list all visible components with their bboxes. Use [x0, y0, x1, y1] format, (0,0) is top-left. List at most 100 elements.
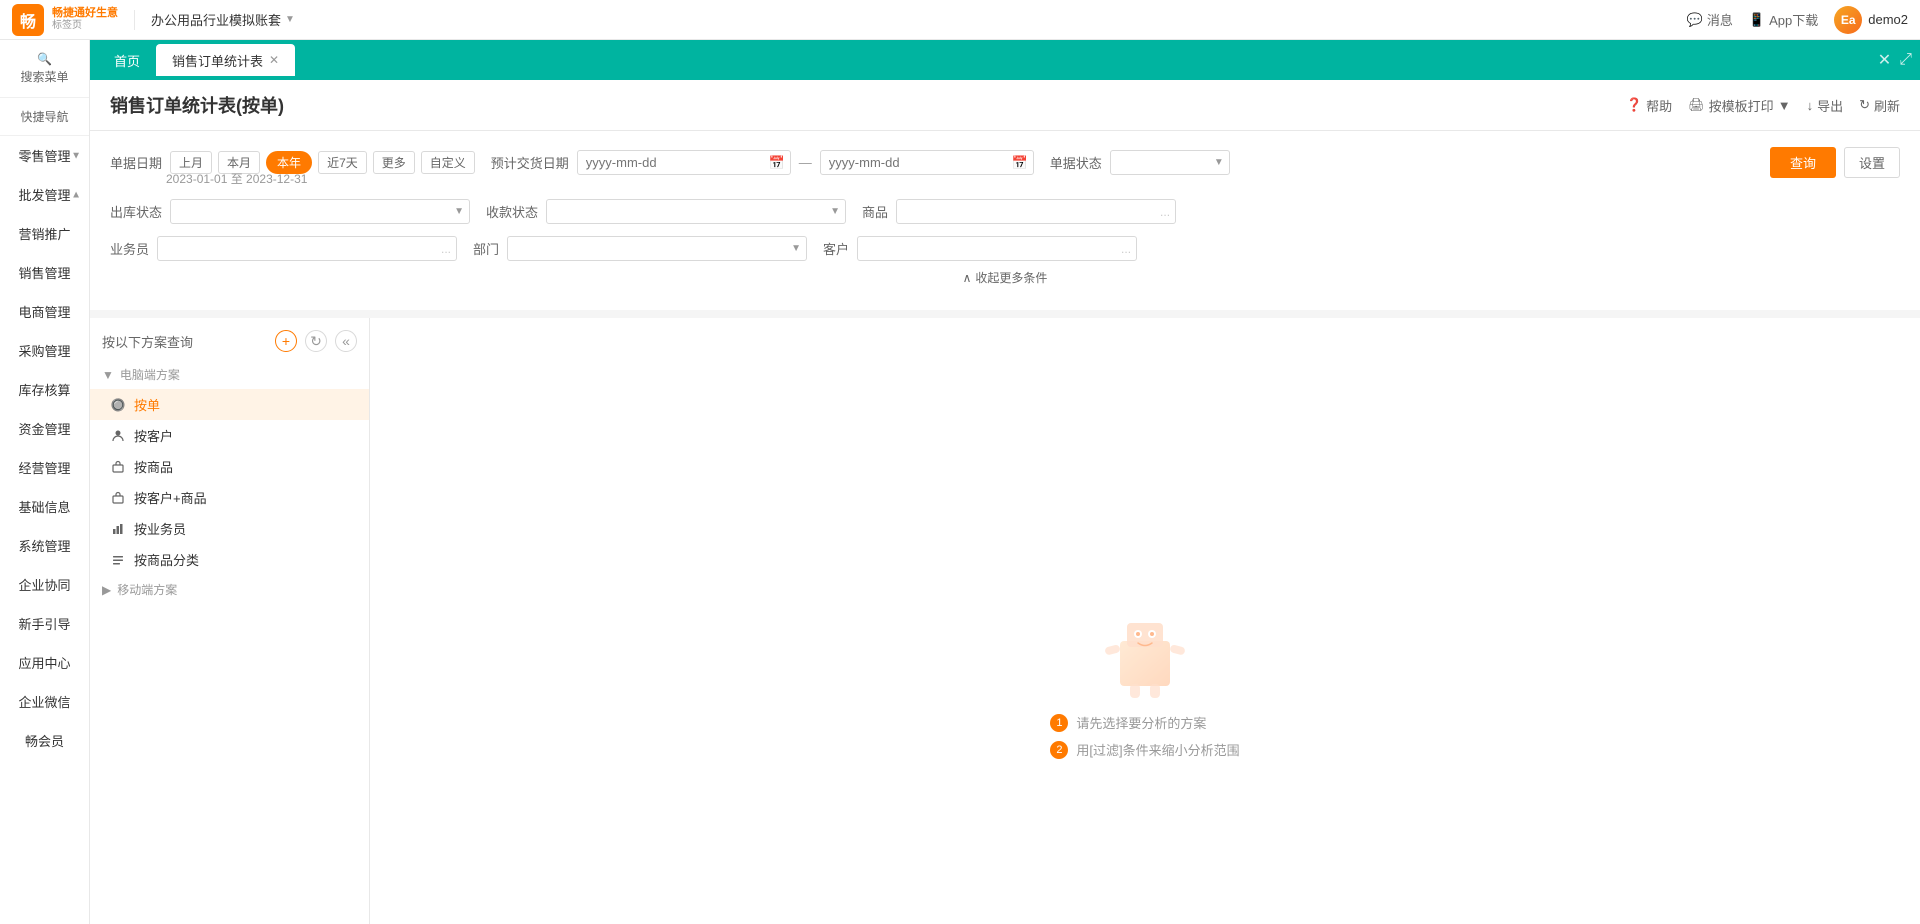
collapse-panel-button[interactable]: « — [335, 330, 357, 352]
tab-home[interactable]: 首页 — [98, 44, 156, 76]
sidebar-marketing-label: 营销推广 — [18, 224, 70, 243]
department-select[interactable] — [507, 236, 807, 261]
customer-input[interactable] — [857, 236, 1137, 261]
payment-status-select[interactable] — [546, 199, 846, 224]
tree-item-by-customer-goods[interactable]: 按客户+商品 — [90, 482, 369, 513]
status-label: 单据状态 — [1050, 153, 1102, 172]
ship-status-label: 出库状态 — [110, 202, 162, 221]
sidebar-item-system[interactable]: 系统管理 — [0, 526, 89, 565]
sidebar-item-ecommerce[interactable]: 电商管理 — [0, 292, 89, 331]
sidebar-sales-label: 销售管理 — [18, 263, 70, 282]
customer-label: 客户 — [823, 239, 849, 258]
refresh-icon: ↻ — [1859, 97, 1870, 113]
user-avatar: Ea — [1834, 6, 1862, 34]
refresh-button[interactable]: ↻ 刷新 — [1859, 96, 1900, 115]
sidebar-inventory-label: 库存核算 — [18, 380, 70, 399]
sidebar-item-purchase[interactable]: 采购管理 — [0, 331, 89, 370]
app-download-button[interactable]: 📱 App下载 — [1749, 10, 1818, 29]
sidebar-guide-label: 新手引导 — [18, 614, 70, 633]
sidebar-quick-nav-button[interactable]: 快捷导航 — [0, 104, 89, 129]
tab-expand-button[interactable]: ⤢ — [1899, 51, 1912, 69]
sidebar-item-guide[interactable]: 新手引导 — [0, 604, 89, 643]
fold-label: 收起更多条件 — [975, 269, 1047, 286]
customer-more-icon[interactable]: ... — [1121, 242, 1131, 256]
sidebar-item-marketing[interactable]: 营销推广 — [0, 214, 89, 253]
date-btn-custom[interactable]: 自定义 — [421, 151, 475, 174]
sidebar-purchase-label: 采购管理 — [18, 341, 70, 360]
refresh-schemes-button[interactable]: ↻ — [305, 330, 327, 352]
empty-state: 1 请先选择要分析的方案 2 用[过滤]条件来缩小分析范围 — [1050, 601, 1239, 759]
setting-button[interactable]: 设置 — [1844, 147, 1900, 178]
user-menu[interactable]: Ea demo2 — [1834, 6, 1908, 34]
goods-more-icon[interactable]: ... — [1160, 205, 1170, 219]
tree-item-by-salesman[interactable]: 按业务员 — [90, 513, 369, 544]
query-button[interactable]: 查询 — [1770, 147, 1836, 178]
tab-sales-order-stats[interactable]: 销售订单统计表 ✕ — [156, 44, 295, 76]
help-icon: ❓ — [1626, 97, 1642, 113]
print-chevron-icon: ▼ — [1778, 98, 1791, 113]
help-button[interactable]: ❓ 帮助 — [1626, 96, 1672, 115]
left-panel: 按以下方案查询 + ↻ « — [90, 318, 370, 924]
status-select[interactable] — [1110, 150, 1230, 175]
message-label: 消息 — [1707, 10, 1733, 29]
ship-status-select[interactable] — [170, 199, 470, 224]
tree-item-by-goods[interactable]: 按商品 — [90, 451, 369, 482]
user-name: demo2 — [1868, 12, 1908, 27]
sidebar-item-member[interactable]: 畅会员 — [0, 721, 89, 760]
date-btn-more[interactable]: 更多 — [373, 151, 415, 174]
sidebar-item-app-center[interactable]: 应用中心 — [0, 643, 89, 682]
sidebar-system-label: 系统管理 — [18, 536, 70, 555]
sidebar-item-enterprise-wechat[interactable]: 企业微信 — [0, 682, 89, 721]
sidebar-item-sales[interactable]: 销售管理 — [0, 253, 89, 292]
sidebar-search-button[interactable]: 🔍 搜索菜单 — [0, 48, 89, 89]
empty-hint-2: 2 用[过滤]条件来缩小分析范围 — [1050, 740, 1239, 759]
template-print-button[interactable]: 🖨 按模板打印 ▼ — [1688, 96, 1790, 115]
tree-section-pc[interactable]: ▼ 电脑端方案 — [90, 360, 369, 389]
message-button[interactable]: 💬 消息 — [1687, 10, 1733, 29]
salesman-input[interactable] — [157, 236, 457, 261]
sidebar-item-finance[interactable]: 资金管理 — [0, 409, 89, 448]
tab-close-button[interactable]: ✕ — [269, 53, 279, 67]
date-btn-7days[interactable]: 近7天 — [318, 151, 367, 174]
search-icon: 🔍 — [37, 52, 52, 66]
tree-item-by-order[interactable]: 🔘 按单 — [90, 389, 369, 420]
app-subtitle: 标签页 — [52, 20, 118, 32]
tree-section-mobile[interactable]: ▶ 移动端方案 — [90, 575, 369, 604]
page-header-actions: ❓ 帮助 🖨 按模板打印 ▼ ↓ 导出 ↻ 刷新 — [1626, 96, 1900, 115]
app-selector-chevron: ▼ — [285, 14, 295, 25]
sidebar-item-retail[interactable]: 零售管理 ▼ — [0, 136, 89, 175]
hint-num-1: 1 — [1050, 714, 1068, 732]
tab-close-all-button[interactable]: ✕ — [1878, 50, 1891, 70]
tree-section-pc-label: 电脑端方案 — [120, 366, 180, 383]
fold-button[interactable]: ∧ 收起更多条件 — [963, 269, 1048, 286]
sidebar-item-inventory[interactable]: 库存核算 — [0, 370, 89, 409]
filter-row-3: 业务员 ... 部门 ▼ — [110, 236, 1900, 261]
salesman-label: 业务员 — [110, 239, 149, 258]
message-icon: 💬 — [1687, 12, 1703, 28]
ship-status-select-wrapper: ▼ — [170, 199, 470, 224]
sidebar-retail-label: 零售管理 — [18, 146, 70, 165]
salesman-more-icon[interactable]: ... — [441, 242, 451, 256]
add-scheme-button[interactable]: + — [275, 330, 297, 352]
radio-icon: 🔘 — [110, 397, 126, 413]
filter-group-expected-date: 预计交货日期 📅 — 📅 — [491, 150, 1034, 175]
left-panel-header: 按以下方案查询 + ↻ « — [90, 330, 369, 360]
left-panel-actions: + ↻ « — [275, 330, 357, 352]
sidebar-member-label: 畅会员 — [25, 731, 64, 750]
sidebar-item-enterprise[interactable]: 企业协同 — [0, 565, 89, 604]
expected-date-start[interactable] — [577, 150, 791, 175]
tree-item-by-goods-category[interactable]: 按商品分类 — [90, 544, 369, 575]
goods-input[interactable] — [896, 199, 1176, 224]
sidebar-search-section: 🔍 搜索菜单 — [0, 40, 89, 98]
sidebar-item-basic[interactable]: 基础信息 — [0, 487, 89, 526]
sidebar-item-operations[interactable]: 经营管理 — [0, 448, 89, 487]
app-selector[interactable]: 办公用品行业模拟账套 ▼ — [151, 10, 295, 29]
export-button[interactable]: ↓ 导出 — [1807, 96, 1844, 115]
tree-item-by-customer[interactable]: 按客户 — [90, 420, 369, 451]
page-header: 销售订单统计表(按单) ❓ 帮助 🖨 按模板打印 ▼ ↓ 导出 — [90, 80, 1920, 131]
sidebar-item-wholesale[interactable]: 批发管理 ▲ — [0, 175, 89, 214]
filter-group-ship-status: 出库状态 ▼ — [110, 199, 470, 224]
expected-date-label: 预计交货日期 — [491, 153, 569, 172]
goods-label: 商品 — [862, 202, 888, 221]
expected-date-end[interactable] — [820, 150, 1034, 175]
